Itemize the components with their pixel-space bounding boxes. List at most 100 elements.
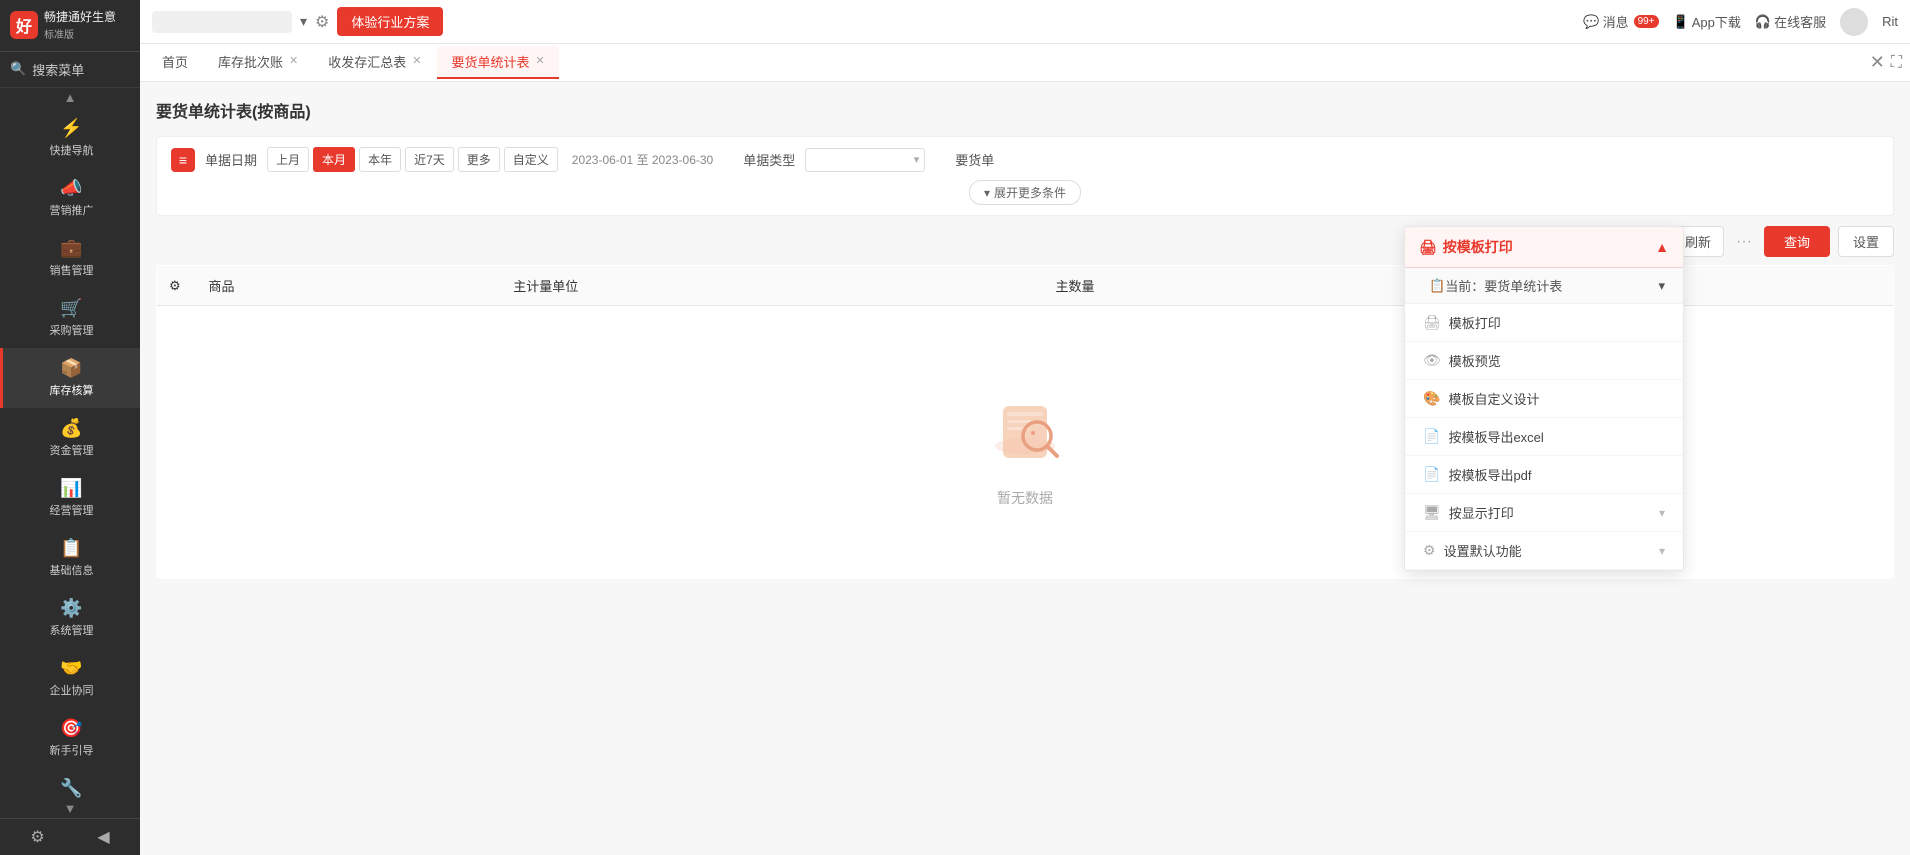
sidebar-item-inventory[interactable]: 📦 库存核算 bbox=[0, 348, 140, 408]
topbar-search-input[interactable] bbox=[152, 11, 292, 33]
marketing-icon: 📣 bbox=[60, 178, 82, 199]
trial-btn[interactable]: 体验行业方案 bbox=[337, 7, 443, 36]
export-excel-label: 按模板导出excel bbox=[1448, 427, 1543, 446]
tab-receivables-summary[interactable]: 收发存汇总表 ✕ bbox=[314, 46, 435, 79]
toolbar-row: 🖨 按模板打印 ▲ ↑ 导出 ↺ 刷新 ··· 查询 设置 🖨 按模板打印 bbox=[156, 226, 1894, 257]
print-dropdown-current[interactable]: 📋 当前：要货单统计表 ▾ bbox=[1405, 268, 1683, 304]
sidebar-scroll-up[interactable]: ▲ bbox=[0, 88, 140, 108]
online-service-btn[interactable]: 🎧 在线客服 bbox=[1755, 12, 1826, 31]
print-dropdown-item-template-custom[interactable]: 🎨 模板自定义设计 bbox=[1405, 380, 1683, 418]
expand-more-label: 展开更多条件 bbox=[994, 184, 1066, 201]
more-actions-btn[interactable]: ··· bbox=[1732, 229, 1756, 255]
topbar-gear-icon[interactable]: ⚙ bbox=[315, 12, 329, 32]
sidebar-item-newbie[interactable]: 🎯 新手引导 bbox=[0, 708, 140, 768]
filter-date-current-month[interactable]: 本月 bbox=[313, 147, 355, 172]
sidebar-item-system[interactable]: ⚙️ 系统管理 bbox=[0, 588, 140, 648]
filter-date-last-7-days[interactable]: 近7天 bbox=[405, 147, 454, 172]
tab-inventory-batch[interactable]: 库存批次账 ✕ bbox=[204, 46, 312, 79]
tab-receivables-summary-close[interactable]: ✕ bbox=[412, 56, 421, 67]
sidebar: 好 畅捷通好生意 标准版 🔍 搜索菜单 ▲ ⚡ 快捷导航 📣 营销推广 💼 销售… bbox=[0, 0, 140, 855]
th-settings[interactable]: ⚙ bbox=[157, 266, 197, 306]
tab-home[interactable]: 首页 bbox=[148, 46, 202, 79]
tab-demand-summary[interactable]: 要货单统计表 ✕ bbox=[437, 46, 558, 79]
print-dropdown-item-export-pdf[interactable]: 📄 按模板导出pdf bbox=[1405, 456, 1683, 494]
tab-demand-summary-close[interactable]: ✕ bbox=[536, 56, 545, 67]
tab-inventory-batch-close[interactable]: ✕ bbox=[289, 56, 298, 67]
sidebar-item-finance[interactable]: 💰 资金管理 bbox=[0, 408, 140, 468]
query-btn[interactable]: 查询 bbox=[1764, 226, 1830, 257]
sidebar-footer: ⚙ ◀ bbox=[0, 818, 140, 855]
sidebar-item-label: 系统管理 bbox=[50, 622, 94, 638]
tab-inventory-batch-label: 库存批次账 bbox=[218, 52, 283, 71]
export-pdf-icon: 📄 bbox=[1423, 466, 1440, 483]
app-download-label: App下载 bbox=[1692, 12, 1741, 31]
filter-bar: ≡ 单据日期 上月 本月 本年 近7天 更多 自定义 2023-06-01 至 … bbox=[156, 136, 1894, 216]
sidebar-item-label: 采购管理 bbox=[50, 322, 94, 338]
basic-icon: 📋 bbox=[60, 538, 82, 559]
sidebar-item-operations[interactable]: 📊 经营管理 bbox=[0, 468, 140, 528]
display-print-label: 按显示打印 bbox=[1449, 503, 1514, 522]
template-print-label: 模板打印 bbox=[1449, 313, 1501, 332]
sidebar-scroll-down[interactable]: ▼ bbox=[0, 798, 140, 818]
filter-date-prev-month[interactable]: 上月 bbox=[267, 147, 309, 172]
print-dropdown-item-template-preview[interactable]: 👁 模板预览 bbox=[1405, 342, 1683, 380]
sidebar-item-label: 快捷导航 bbox=[50, 142, 94, 158]
sales-icon: 💼 bbox=[60, 238, 82, 259]
online-service-label: 在线客服 bbox=[1774, 12, 1826, 31]
sidebar-item-basic[interactable]: 📋 基础信息 bbox=[0, 528, 140, 588]
sidebar-item-marketing[interactable]: 📣 营销推广 bbox=[0, 168, 140, 228]
settings-btn[interactable]: 设置 bbox=[1838, 226, 1894, 257]
print-dropdown-header-icon: 🖨 bbox=[1419, 239, 1437, 256]
print-dropdown-item-display-print[interactable]: 🖥 按显示打印 ▾ bbox=[1405, 494, 1683, 532]
filter-date-more[interactable]: 更多 bbox=[458, 147, 500, 172]
print-dropdown-close-arrow[interactable]: ▲ bbox=[1655, 239, 1669, 255]
sidebar-item-label: 营销推广 bbox=[50, 202, 94, 218]
template-print-icon: 🖨 bbox=[1423, 314, 1441, 331]
filter-date-current-year[interactable]: 本年 bbox=[359, 147, 401, 172]
template-preview-label: 模板预览 bbox=[1449, 351, 1501, 370]
print-dropdown-item-export-excel[interactable]: 📄 按模板导出excel bbox=[1405, 418, 1683, 456]
topbar: ▾ ⚙ 体验行业方案 💬 消息 99+ 📱 App下载 🎧 在线客服 Rit bbox=[140, 0, 1910, 44]
sidebar-item-label: 资金管理 bbox=[50, 442, 94, 458]
empty-state-icon bbox=[975, 376, 1075, 476]
print-dropdown-current-left: 📋 当前：要货单统计表 bbox=[1429, 276, 1562, 295]
set-default-label: 设置默认功能 bbox=[1444, 541, 1522, 560]
current-template-icon: 📋 bbox=[1429, 278, 1445, 294]
messages-btn[interactable]: 💬 消息 99+ bbox=[1583, 12, 1658, 31]
filter-expand-btn[interactable]: ≡ bbox=[171, 148, 195, 172]
print-dropdown-item-template-print[interactable]: 🖨 模板打印 bbox=[1405, 304, 1683, 342]
tab-window-maximize-btn[interactable]: ⛶ bbox=[1891, 54, 1902, 72]
sidebar-item-quick-nav[interactable]: ⚡ 快捷导航 bbox=[0, 108, 140, 168]
sidebar-search[interactable]: 🔍 搜索菜单 bbox=[0, 52, 140, 88]
topbar-dropdown-btn[interactable]: ▾ bbox=[300, 13, 307, 30]
appstore-icon: 🔧 bbox=[60, 778, 82, 798]
print-dropdown: 🖨 按模板打印 ▲ 📋 当前：要货单统计表 ▾ 🖨 模板打印 bbox=[1404, 226, 1684, 571]
page-content: 要货单统计表(按商品) ≡ 单据日期 上月 本月 本年 近7天 更多 自定义 2… bbox=[140, 82, 1910, 855]
sidebar-settings-btn[interactable]: ⚙ bbox=[30, 827, 44, 847]
user-avatar[interactable] bbox=[1840, 8, 1868, 36]
tab-window-close-btn[interactable]: ✕ bbox=[1870, 52, 1885, 73]
app-download-icon: 📱 bbox=[1673, 14, 1689, 30]
print-dropdown-item-set-default[interactable]: ⚙ 设置默认功能 ▾ bbox=[1405, 532, 1683, 570]
template-custom-icon: 🎨 bbox=[1423, 390, 1440, 407]
current-template-label: 当前：要货单统计表 bbox=[1445, 276, 1562, 295]
filter-type-select[interactable] bbox=[805, 148, 925, 172]
sidebar-collapse-btn[interactable]: ◀ bbox=[97, 827, 109, 847]
filter-date-custom[interactable]: 自定义 bbox=[504, 147, 558, 172]
app-badge: 标准版 bbox=[44, 26, 116, 41]
sidebar-item-label: 经营管理 bbox=[50, 502, 94, 518]
expand-more-conditions-btn[interactable]: ▾ 展开更多条件 bbox=[969, 180, 1081, 205]
sidebar-item-collab[interactable]: 🤝 企业协同 bbox=[0, 648, 140, 708]
app-download-btn[interactable]: 📱 App下载 bbox=[1673, 12, 1741, 31]
messages-label: 消息 bbox=[1603, 12, 1629, 31]
display-print-arrow: ▾ bbox=[1659, 506, 1665, 520]
sidebar-item-label: 新手引导 bbox=[50, 742, 94, 758]
sidebar-item-appstore[interactable]: 🔧 应用中心 bbox=[0, 768, 140, 798]
filter-date-btns: 上月 本月 本年 近7天 更多 自定义 bbox=[267, 147, 558, 172]
set-default-arrow: ▾ bbox=[1659, 544, 1665, 558]
print-item-left-0: 🖨 模板打印 bbox=[1423, 313, 1501, 332]
sidebar-item-purchase[interactable]: 🛒 采购管理 bbox=[0, 288, 140, 348]
print-item-left-1: 👁 模板预览 bbox=[1423, 351, 1501, 370]
sidebar-item-label: 基础信息 bbox=[50, 562, 94, 578]
sidebar-item-sales[interactable]: 💼 销售管理 bbox=[0, 228, 140, 288]
